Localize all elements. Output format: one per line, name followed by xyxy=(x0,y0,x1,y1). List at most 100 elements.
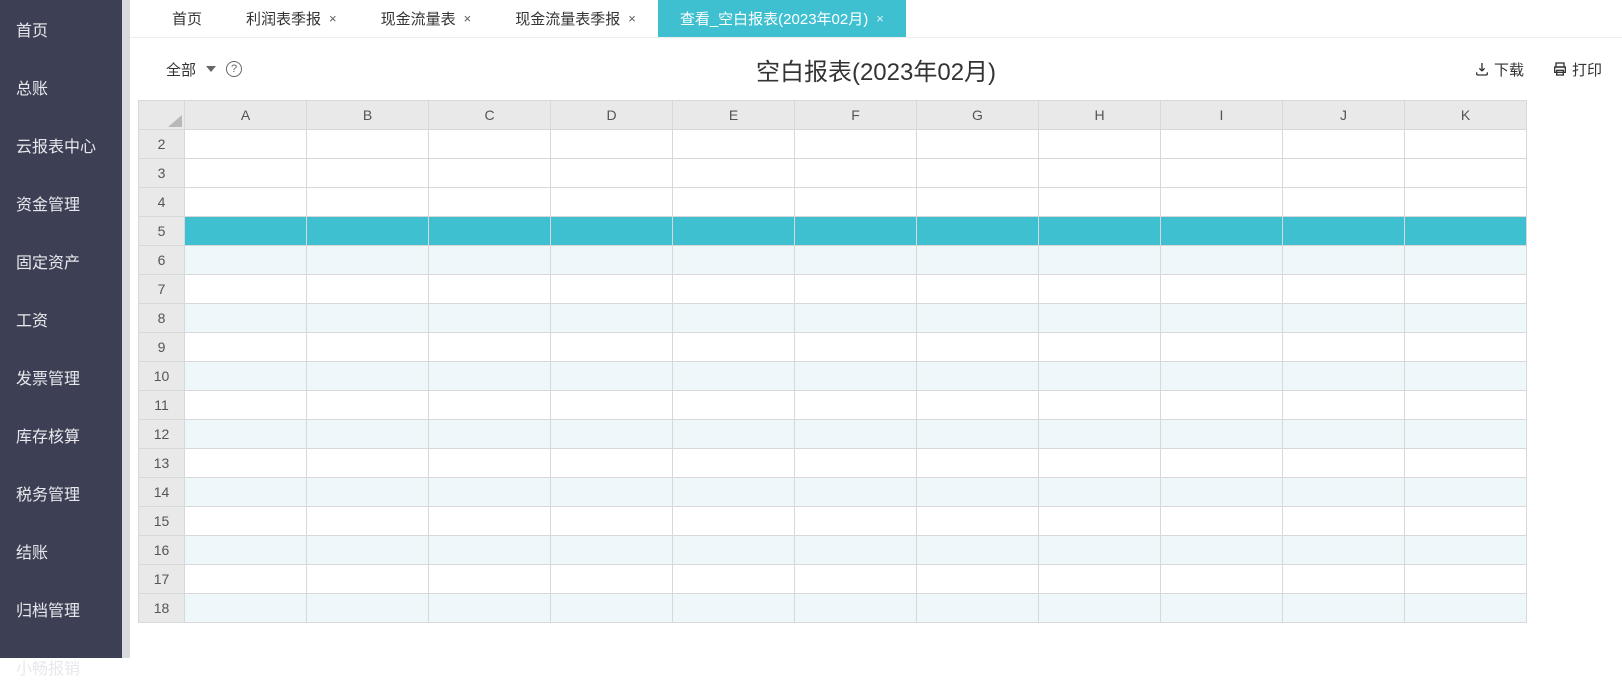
cell-I3[interactable] xyxy=(1161,159,1283,188)
cell-J16[interactable] xyxy=(1283,536,1405,565)
cell-D2[interactable] xyxy=(551,130,673,159)
cell-D16[interactable] xyxy=(551,536,673,565)
cell-I8[interactable] xyxy=(1161,304,1283,333)
column-header-A[interactable]: A xyxy=(185,101,307,130)
cell-I18[interactable] xyxy=(1161,594,1283,623)
cell-J12[interactable] xyxy=(1283,420,1405,449)
cell-J8[interactable] xyxy=(1283,304,1405,333)
cell-G14[interactable] xyxy=(917,478,1039,507)
sidebar-item-7[interactable]: 库存核算 xyxy=(0,406,130,464)
cell-I4[interactable] xyxy=(1161,188,1283,217)
row-header-8[interactable]: 8 xyxy=(139,304,185,333)
cell-K4[interactable] xyxy=(1405,188,1527,217)
cell-D10[interactable] xyxy=(551,362,673,391)
cell-B2[interactable] xyxy=(307,130,429,159)
cell-K12[interactable] xyxy=(1405,420,1527,449)
cell-K18[interactable] xyxy=(1405,594,1527,623)
close-icon[interactable]: × xyxy=(329,11,337,26)
cell-I10[interactable] xyxy=(1161,362,1283,391)
cell-K6[interactable] xyxy=(1405,246,1527,275)
cell-G2[interactable] xyxy=(917,130,1039,159)
cell-A11[interactable] xyxy=(185,391,307,420)
cell-I14[interactable] xyxy=(1161,478,1283,507)
cell-A7[interactable] xyxy=(185,275,307,304)
sidebar-item-5[interactable]: 工资 xyxy=(0,290,130,348)
cell-K8[interactable] xyxy=(1405,304,1527,333)
cell-E2[interactable] xyxy=(673,130,795,159)
cell-A17[interactable] xyxy=(185,565,307,594)
cell-J14[interactable] xyxy=(1283,478,1405,507)
cell-E10[interactable] xyxy=(673,362,795,391)
column-header-G[interactable]: G xyxy=(917,101,1039,130)
cell-I17[interactable] xyxy=(1161,565,1283,594)
cell-F5[interactable] xyxy=(795,217,917,246)
cell-I12[interactable] xyxy=(1161,420,1283,449)
cell-C5[interactable] xyxy=(429,217,551,246)
cell-F8[interactable] xyxy=(795,304,917,333)
cell-H12[interactable] xyxy=(1039,420,1161,449)
row-header-18[interactable]: 18 xyxy=(139,594,185,623)
cell-D8[interactable] xyxy=(551,304,673,333)
cell-J17[interactable] xyxy=(1283,565,1405,594)
row-header-6[interactable]: 6 xyxy=(139,246,185,275)
cell-B14[interactable] xyxy=(307,478,429,507)
cell-D5[interactable] xyxy=(551,217,673,246)
column-header-F[interactable]: F xyxy=(795,101,917,130)
cell-F12[interactable] xyxy=(795,420,917,449)
cell-I6[interactable] xyxy=(1161,246,1283,275)
cell-A12[interactable] xyxy=(185,420,307,449)
cell-E14[interactable] xyxy=(673,478,795,507)
column-header-B[interactable]: B xyxy=(307,101,429,130)
cell-G18[interactable] xyxy=(917,594,1039,623)
cell-H5[interactable] xyxy=(1039,217,1161,246)
cell-F10[interactable] xyxy=(795,362,917,391)
cell-C11[interactable] xyxy=(429,391,551,420)
cell-B12[interactable] xyxy=(307,420,429,449)
cell-B17[interactable] xyxy=(307,565,429,594)
cell-D11[interactable] xyxy=(551,391,673,420)
cell-C12[interactable] xyxy=(429,420,551,449)
cell-E6[interactable] xyxy=(673,246,795,275)
cell-H18[interactable] xyxy=(1039,594,1161,623)
close-icon[interactable]: × xyxy=(628,11,636,26)
cell-B7[interactable] xyxy=(307,275,429,304)
download-button[interactable]: 下载 xyxy=(1474,59,1524,80)
cell-D9[interactable] xyxy=(551,333,673,362)
row-header-11[interactable]: 11 xyxy=(139,391,185,420)
cell-D12[interactable] xyxy=(551,420,673,449)
row-header-7[interactable]: 7 xyxy=(139,275,185,304)
cell-C13[interactable] xyxy=(429,449,551,478)
cell-E9[interactable] xyxy=(673,333,795,362)
row-header-3[interactable]: 3 xyxy=(139,159,185,188)
cell-E11[interactable] xyxy=(673,391,795,420)
cell-F4[interactable] xyxy=(795,188,917,217)
cell-B3[interactable] xyxy=(307,159,429,188)
cell-G10[interactable] xyxy=(917,362,1039,391)
cell-D17[interactable] xyxy=(551,565,673,594)
cell-C17[interactable] xyxy=(429,565,551,594)
cell-D15[interactable] xyxy=(551,507,673,536)
cell-K9[interactable] xyxy=(1405,333,1527,362)
cell-C6[interactable] xyxy=(429,246,551,275)
cell-C8[interactable] xyxy=(429,304,551,333)
sidebar-item-8[interactable]: 税务管理 xyxy=(0,464,130,522)
cell-K17[interactable] xyxy=(1405,565,1527,594)
cell-G7[interactable] xyxy=(917,275,1039,304)
cell-J10[interactable] xyxy=(1283,362,1405,391)
cell-G13[interactable] xyxy=(917,449,1039,478)
cell-I16[interactable] xyxy=(1161,536,1283,565)
cell-H14[interactable] xyxy=(1039,478,1161,507)
cell-J13[interactable] xyxy=(1283,449,1405,478)
cell-K3[interactable] xyxy=(1405,159,1527,188)
column-header-K[interactable]: K xyxy=(1405,101,1527,130)
cell-J6[interactable] xyxy=(1283,246,1405,275)
cell-D13[interactable] xyxy=(551,449,673,478)
cell-K13[interactable] xyxy=(1405,449,1527,478)
cell-J7[interactable] xyxy=(1283,275,1405,304)
cell-E15[interactable] xyxy=(673,507,795,536)
cell-I5[interactable] xyxy=(1161,217,1283,246)
cell-A14[interactable] xyxy=(185,478,307,507)
row-header-4[interactable]: 4 xyxy=(139,188,185,217)
cell-F13[interactable] xyxy=(795,449,917,478)
cell-A15[interactable] xyxy=(185,507,307,536)
